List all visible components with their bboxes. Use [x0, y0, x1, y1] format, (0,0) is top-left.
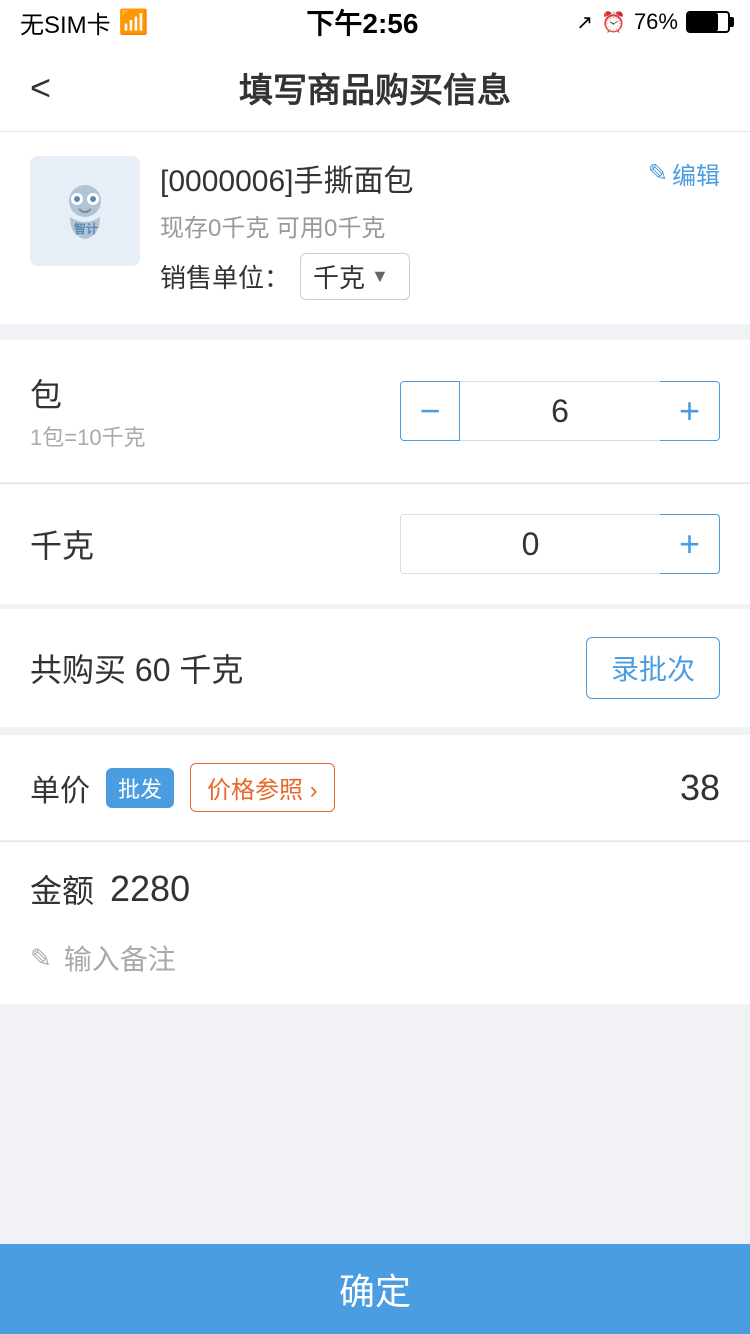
amount-row: 金额 2280 [30, 866, 720, 912]
pencil-icon: ✎ [30, 943, 52, 974]
price-value: 38 [680, 767, 720, 809]
batch-button[interactable]: 录批次 [586, 637, 720, 699]
summary-text: 共购买 60 千克 [30, 645, 243, 691]
product-info: [0000006]手撕面包 ✎ 编辑 现存0千克 可用0千克 销售单位： 千克 … [160, 156, 720, 300]
package-label: 包 [30, 370, 146, 416]
section-divider-1 [0, 332, 750, 340]
nav-bar: < 填写商品购买信息 [0, 44, 750, 132]
price-type-tag: 批发 [106, 768, 174, 808]
kg-label: 千克 [30, 521, 94, 567]
amount-value: 2280 [110, 868, 190, 910]
note-placeholder: 输入备注 [64, 938, 176, 978]
alarm-icon: ⏰ [601, 10, 626, 35]
edit-button[interactable]: ✎ 编辑 [648, 156, 720, 191]
confirm-button[interactable]: 确定 [0, 1244, 750, 1334]
package-quantity-input[interactable] [460, 381, 660, 441]
amount-section: 金额 2280 ✎ 输入备注 [0, 842, 750, 1004]
unit-value: 千克 [313, 258, 365, 295]
svg-text:智计: 智计 [73, 221, 98, 236]
page-title: 填写商品购买信息 [239, 63, 511, 112]
summary-row: 共购买 60 千克 录批次 [0, 609, 750, 735]
gps-icon: ↗ [576, 10, 593, 35]
kg-input-row: 千克 + [0, 484, 750, 605]
note-row[interactable]: ✎ 输入备注 [30, 928, 720, 988]
product-image: 智计 [30, 156, 140, 266]
kg-quantity-input[interactable] [400, 514, 660, 574]
package-label-group: 包 1包=10千克 [30, 370, 146, 452]
product-name: [0000006]手撕面包 [160, 156, 413, 200]
product-stock: 现存0千克 可用0千克 [160, 208, 720, 243]
unit-dropdown[interactable]: 千克 ▼ [300, 253, 410, 300]
owl-logo: 智计 [50, 181, 120, 241]
battery-icon [686, 11, 730, 33]
chevron-down-icon: ▼ [371, 266, 389, 287]
package-plus-button[interactable]: + [660, 381, 720, 441]
wifi-icon: 📶 [119, 8, 149, 37]
kg-input-control: + [400, 514, 720, 574]
package-input-row: 包 1包=10千克 − + [0, 340, 750, 483]
carrier-text: 无SIM卡 [20, 5, 111, 40]
package-input-control: − + [400, 381, 720, 441]
price-label: 单价 [30, 766, 90, 810]
battery-percent: 76% [634, 9, 678, 35]
status-right: ↗ ⏰ 76% [576, 9, 730, 35]
status-carrier: 无SIM卡 📶 [20, 5, 149, 40]
package-minus-button[interactable]: − [400, 381, 460, 441]
status-bar: 无SIM卡 📶 下午2:56 ↗ ⏰ 76% [0, 0, 750, 44]
amount-label: 金额 [30, 866, 94, 912]
package-sub-label: 1包=10千克 [30, 420, 146, 452]
product-name-row: [0000006]手撕面包 ✎ 编辑 [160, 156, 720, 200]
price-reference-button[interactable]: 价格参照 › [190, 763, 335, 812]
kg-label-group: 千克 [30, 521, 94, 567]
price-section: 单价 批发 价格参照 › 38 [0, 735, 750, 841]
product-card: 智计 [0000006]手撕面包 ✎ 编辑 现存0千克 可用0千克 销售单位： … [0, 132, 750, 332]
product-unit-row: 销售单位： 千克 ▼ [160, 253, 720, 300]
back-button[interactable]: < [20, 57, 61, 119]
kg-plus-button[interactable]: + [660, 514, 720, 574]
status-time: 下午2:56 [306, 2, 418, 42]
unit-label: 销售单位： [160, 258, 290, 295]
edit-icon: ✎ [648, 159, 668, 188]
